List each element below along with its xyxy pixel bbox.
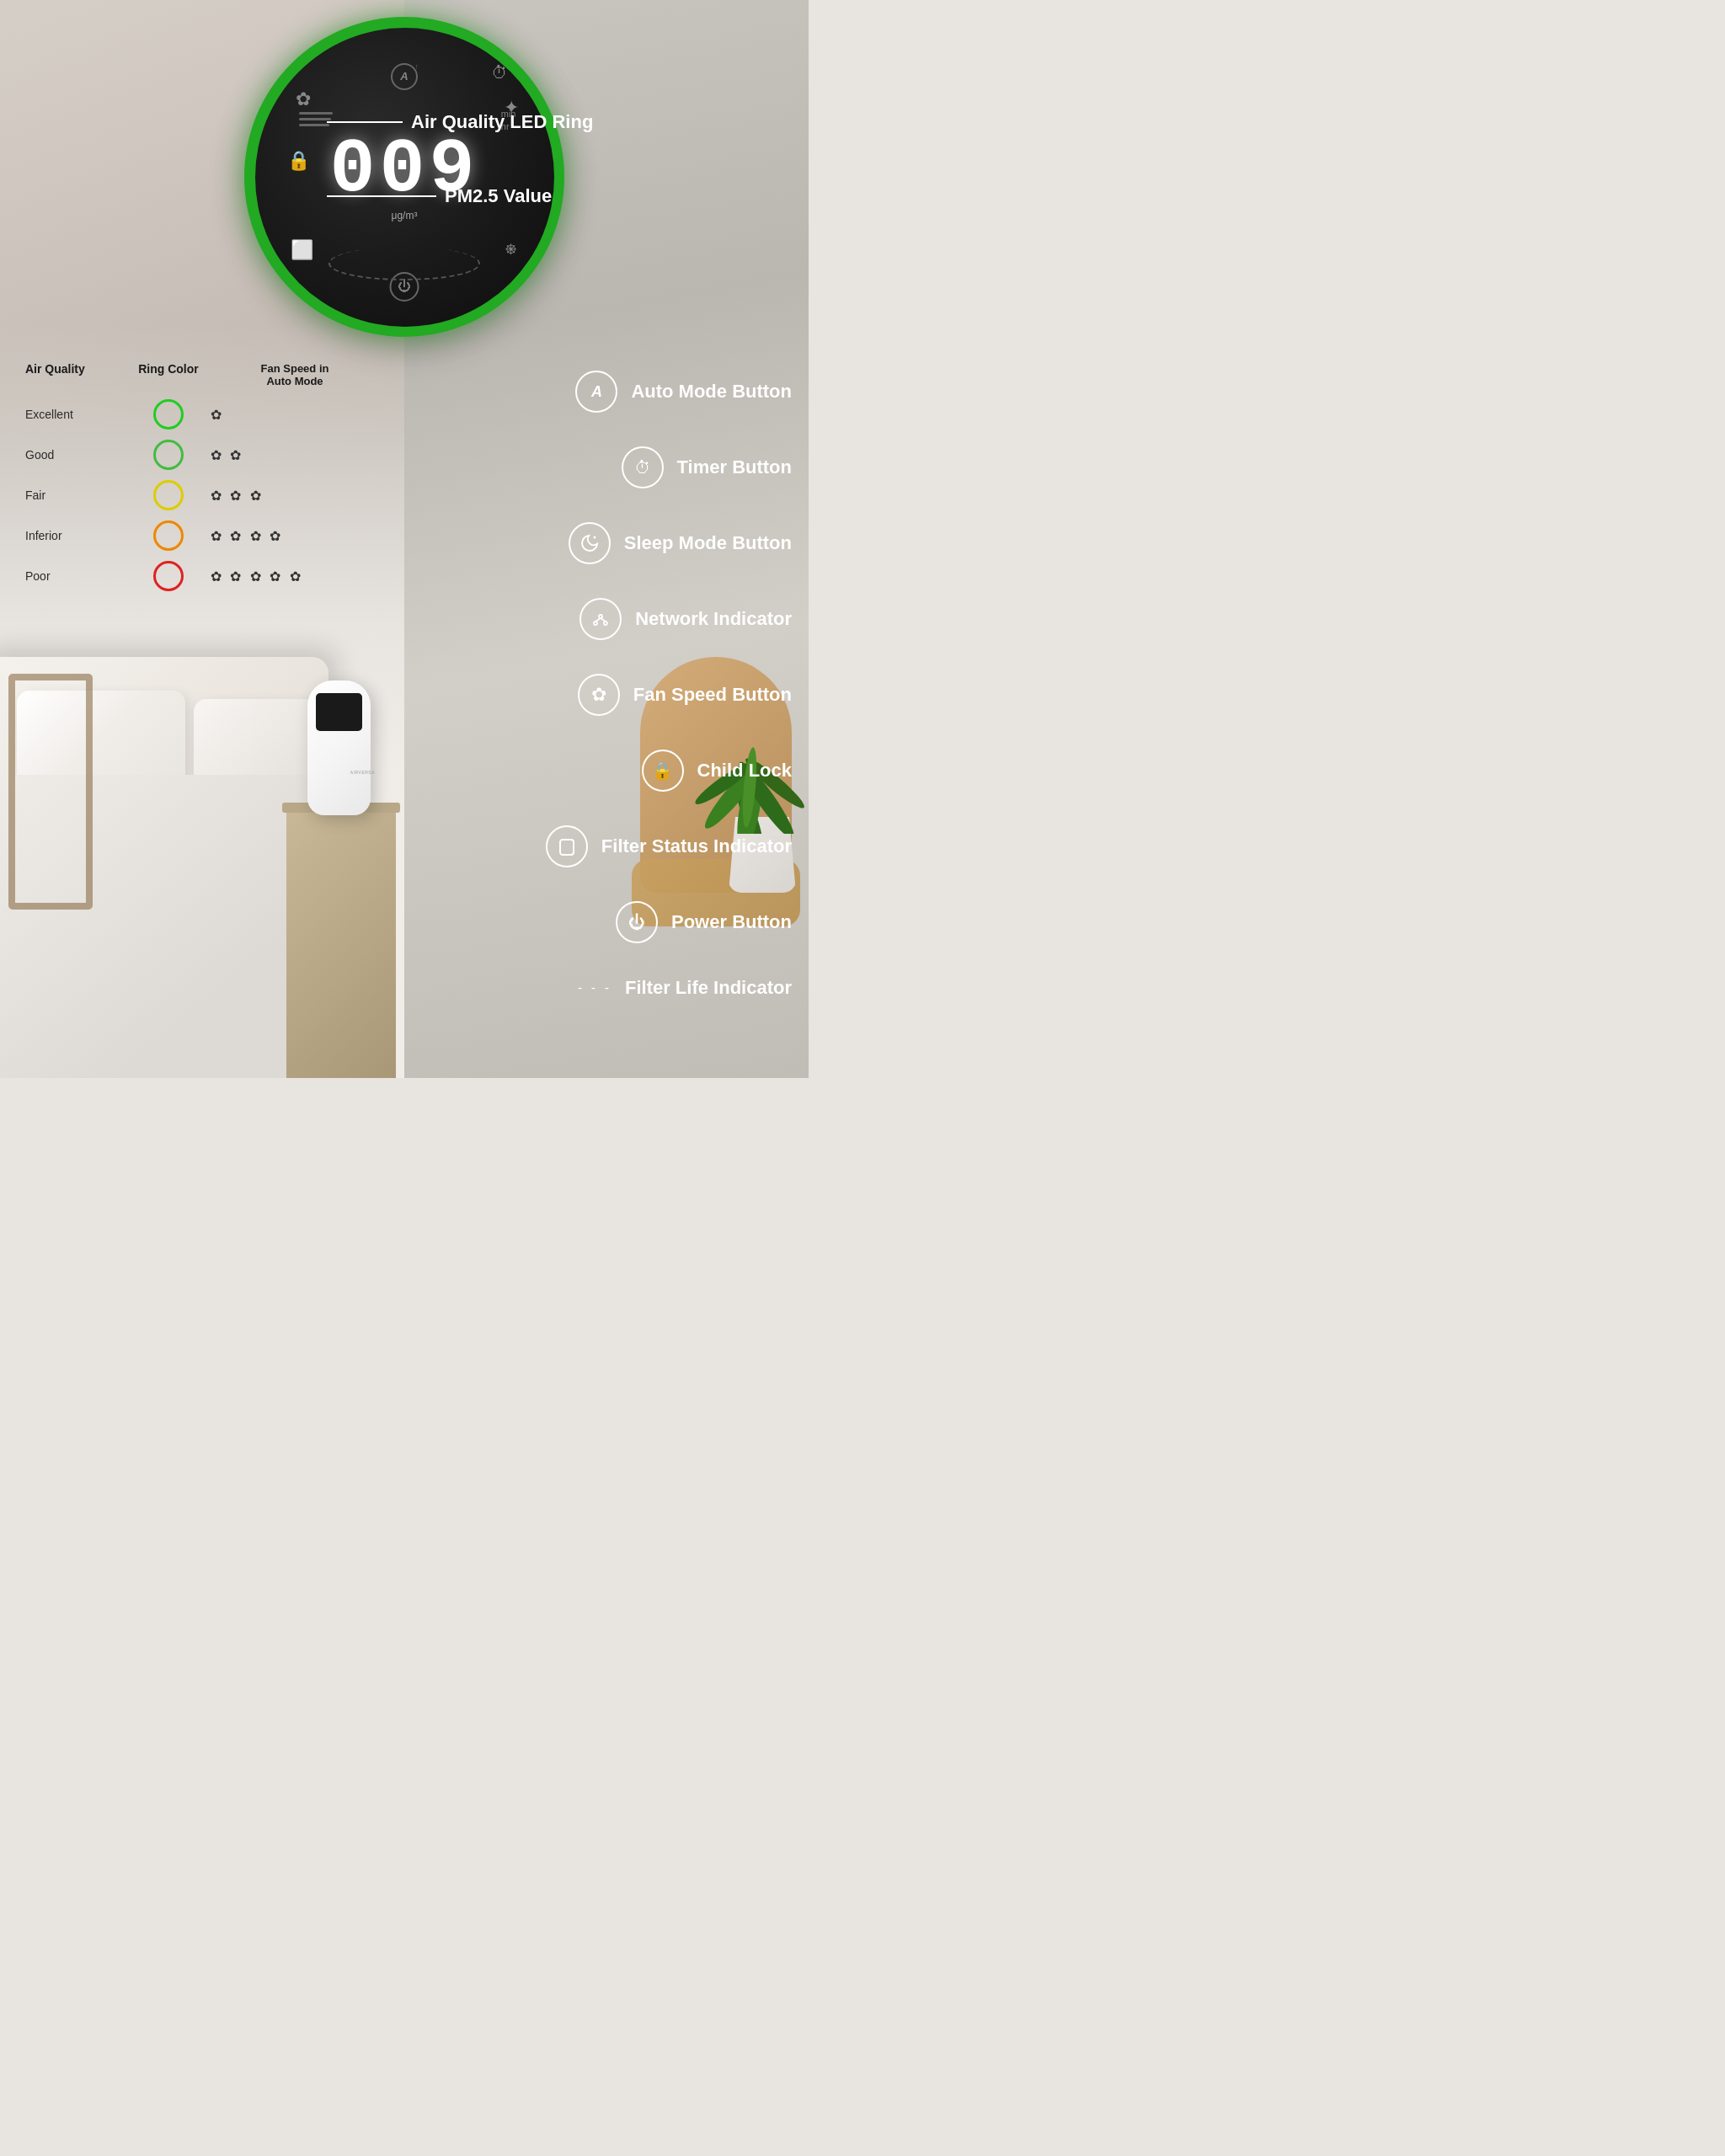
sleep-mode-button-label: Sleep Mode Button [624, 532, 792, 554]
sleep-mode-button-icon [569, 522, 611, 564]
air-quality-led-callout: Air Quality LED Ring [327, 111, 593, 133]
air-quality-led-label: Air Quality LED Ring [411, 111, 593, 133]
col-ring-color: Ring Color [126, 362, 211, 387]
pm25-value-label: PM2.5 Value [445, 185, 552, 207]
timer-label-item: ⏱ Timer Button [605, 446, 792, 488]
filter-life-label-item: - - - Filter Life Indicator [561, 977, 792, 999]
auto-mode-button-label: Auto Mode Button [631, 381, 792, 403]
controls-labels-panel: A Auto Mode Button ⏱ Timer Button Sleep … [404, 0, 809, 1078]
svg-point-7 [593, 536, 595, 539]
svg-line-12 [601, 618, 606, 622]
callout-line-1 [327, 121, 403, 123]
callout-line-2 [327, 195, 436, 197]
table-row: Fair ✿ ✿ ✿ [17, 475, 387, 515]
air-quality-table: Air Quality Ring Color Fan Speed inAuto … [17, 362, 387, 596]
fan-speed-label-item: ✿ Fan Speed Button [561, 674, 792, 716]
fan-speed-fair: ✿ ✿ ✿ [211, 488, 379, 504]
power-button-label-item: ⏻ Power Button [599, 901, 792, 943]
sleep-mode-label-item: Sleep Mode Button [552, 522, 792, 564]
fan-speed-poor: ✿ ✿ ✿ ✿ ✿ [211, 568, 379, 584]
quality-label: Inferior [25, 529, 126, 542]
svg-point-10 [604, 622, 607, 625]
table-row: Good ✿ ✿ [17, 435, 387, 475]
filter-life-indicator-label: Filter Life Indicator [625, 977, 792, 999]
network-indicator-icon [579, 598, 622, 640]
table-row: Excellent ✿ [17, 394, 387, 435]
quality-label: Fair [25, 488, 126, 502]
power-button-icon: ⏻ [616, 901, 658, 943]
svg-rect-13 [560, 840, 574, 855]
ring-poor [153, 561, 184, 591]
network-indicator-label: Network Indicator [635, 608, 792, 630]
svg-point-9 [594, 622, 597, 625]
fan-speed-button-icon: ✿ [578, 674, 620, 716]
pm25-value-callout: PM2.5 Value [327, 185, 552, 207]
table-header: Air Quality Ring Color Fan Speed inAuto … [17, 362, 387, 387]
power-button-label: Power Button [671, 911, 792, 933]
quality-label: Good [25, 448, 126, 462]
ring-inferior [153, 520, 184, 551]
timer-button-icon: ⏱ [622, 446, 664, 488]
fan-icon[interactable]: ✿ [296, 88, 311, 110]
lock-icon[interactable]: 🔒 [287, 150, 310, 172]
col-air-quality: Air Quality [25, 362, 126, 387]
fan-speed-inferior: ✿ ✿ ✿ ✿ [211, 528, 379, 544]
svg-point-8 [599, 615, 602, 618]
child-lock-icon: 🔒 [642, 750, 684, 792]
quality-label: Poor [25, 569, 126, 583]
wood-frame [8, 674, 93, 910]
purifier-display [316, 693, 362, 731]
ring-excellent [153, 399, 184, 430]
col-fan-speed: Fan Speed inAuto Mode [211, 362, 379, 387]
network-label-item: Network Indicator [563, 598, 792, 640]
air-purifier [307, 680, 371, 815]
filter-status-indicator-icon [546, 825, 588, 867]
ring-good [153, 440, 184, 470]
fan-speed-good: ✿ ✿ [211, 447, 379, 463]
filter-icon[interactable]: ⬜ [291, 239, 313, 261]
filter-life-indicator-icon: - - - [578, 980, 611, 995]
bedside-table [286, 808, 396, 1078]
filter-status-label-item: Filter Status Indicator [529, 825, 792, 867]
brand-label: AIRVERSA [350, 770, 375, 775]
table-row: Poor ✿ ✿ ✿ ✿ ✿ [17, 556, 387, 596]
child-lock-label-item: 🔒 Child Lock [625, 750, 792, 792]
timer-button-label: Timer Button [677, 456, 792, 478]
filter-status-indicator-label: Filter Status Indicator [601, 835, 792, 857]
fan-speed-button-label: Fan Speed Button [633, 684, 792, 706]
auto-mode-label-item: A Auto Mode Button [558, 371, 792, 413]
table-row: Inferior ✿ ✿ ✿ ✿ [17, 515, 387, 556]
auto-mode-button-icon: A [575, 371, 617, 413]
fan-speed-excellent: ✿ [211, 407, 379, 423]
svg-line-11 [595, 618, 601, 622]
child-lock-label: Child Lock [697, 760, 792, 782]
quality-label: Excellent [25, 408, 126, 421]
ring-fair [153, 480, 184, 510]
